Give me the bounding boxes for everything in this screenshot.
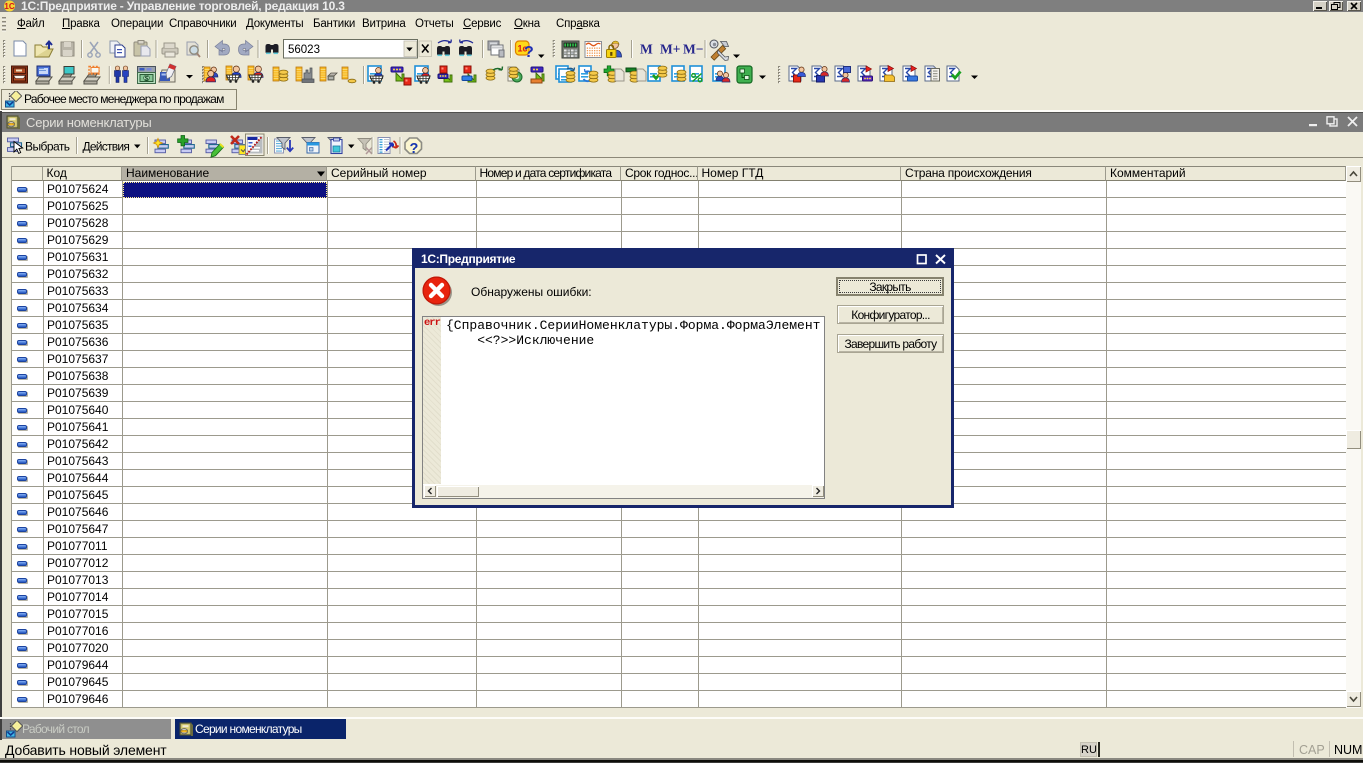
svg-text:$: $ (145, 76, 149, 83)
svg-text:M+: M+ (660, 42, 680, 57)
svg-text:?: ? (410, 141, 419, 157)
svg-text:M−: M− (683, 42, 703, 57)
svg-text:1С: 1С (4, 2, 14, 11)
svg-text:56023: 56023 (288, 44, 320, 56)
svg-text:?: ? (524, 44, 534, 61)
svg-text:Действия: Действия (83, 140, 130, 154)
svg-text:Выбрать: Выбрать (25, 140, 70, 154)
svg-text:M: M (640, 42, 653, 57)
